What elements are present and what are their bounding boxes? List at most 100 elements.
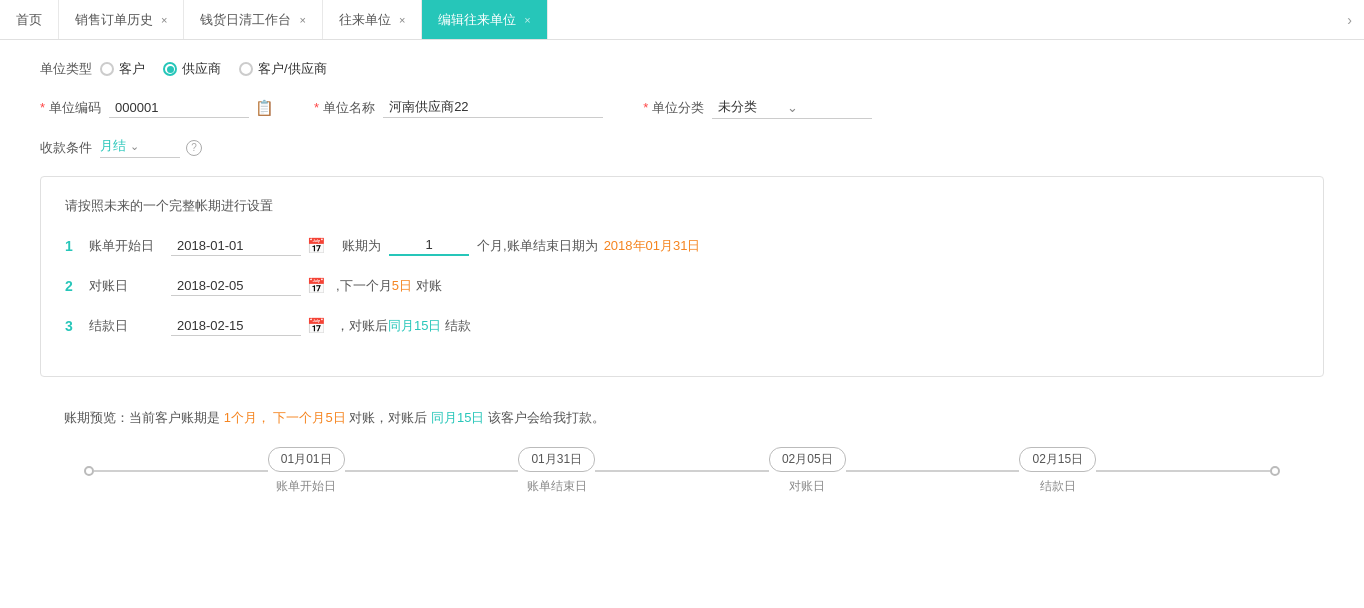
radio-supplier-label: 供应商 [182,60,221,78]
payment-help-icon[interactable]: ? [186,140,202,156]
timeline-label-01: 账单开始日 [276,478,336,495]
row-payment-date: 3 结款日 📅 ，对账后 同月15日 结款 [65,316,1299,336]
timeline-label-03: 对账日 [789,478,825,495]
row2-label: 对账日 [89,277,159,295]
tab-cash-work[interactable]: 钱货日清工作台 × [184,0,322,39]
radio-both-circle [239,62,253,76]
preview-payment: 同月15日 [431,410,484,425]
timeline-end-dot [1270,466,1280,476]
row-start-date: 1 账单开始日 📅 账期为 个月,账单结束日期为 2018年01月31日 [65,235,1299,256]
preview-period: 1个月， [224,410,270,425]
row3-label: 结款日 [89,317,159,335]
radio-group: 客户 供应商 客户/供应商 [100,60,327,78]
category-star: * [643,100,648,115]
reconcile-date-input[interactable] [171,276,301,296]
code-label: 单位编码 [49,99,101,117]
code-group: * 单位编码 📋 [40,98,274,118]
category-dropdown[interactable]: 未分类 ⌄ [712,96,872,119]
tab-home-label: 首页 [16,11,42,29]
preview-reconcile: 下一个月5日 [273,410,345,425]
code-calendar-icon[interactable]: 📋 [255,99,274,117]
timeline-line1 [94,470,268,472]
unit-type-label: 单位类型 [40,60,92,78]
tab-edit-partner[interactable]: 编辑往来单位 × [422,0,547,39]
preview-suffix: 该客户会给我打款。 [488,410,605,425]
tabs-arrow[interactable]: › [1335,12,1364,28]
category-value: 未分类 [718,98,757,116]
payment-day: 同月15日 [388,317,441,335]
timeline-line3 [595,470,769,472]
payment-date-input[interactable] [171,316,301,336]
name-star: * [314,100,319,115]
reconcile-day: 5日 [392,277,412,295]
row2-num: 2 [65,278,89,294]
timeline-line4 [846,470,1020,472]
start-date-input[interactable] [171,236,301,256]
start-date-calendar-icon[interactable]: 📅 [307,237,326,255]
payment-row: 收款条件 月结 ⌄ ? [40,137,1324,158]
reconcile-suffix: 对账 [416,277,442,295]
tab-cash-work-label: 钱货日清工作台 [200,11,291,29]
code-star: * [40,100,45,115]
end-date-display: 2018年01月31日 [604,237,701,255]
row3-num: 3 [65,318,89,334]
tab-partner[interactable]: 往来单位 × [323,0,422,39]
row1-label: 账单开始日 [89,237,159,255]
timeline-badge-04: 02月15日 [1019,447,1096,472]
preview-text: 账期预览：当前客户账期是 1个月， 下一个月5日 对账，对账后 同月15日 该客… [64,409,1300,427]
preview-prefix: 账期预览：当前客户账期是 [64,410,220,425]
timeline-badge-01: 01月01日 [268,447,345,472]
tab-sales-history-label: 销售订单历史 [75,11,153,29]
radio-customer-label: 客户 [119,60,145,78]
timeline-start-dot [84,466,94,476]
period-suffix: 个月,账单结束日期为 [477,237,598,255]
payment-suffix: 结款 [445,317,471,335]
period-input[interactable] [389,235,469,256]
settings-section: 请按照未来的一个完整帐期进行设置 1 账单开始日 📅 账期为 个月,账单结束日期… [40,176,1324,377]
radio-customer[interactable]: 客户 [100,60,145,78]
timeline-line2 [345,470,519,472]
tab-partner-close[interactable]: × [399,14,405,26]
tab-edit-partner-close[interactable]: × [524,14,530,26]
payment-chevron-icon: ⌄ [130,140,139,153]
radio-both[interactable]: 客户/供应商 [239,60,327,78]
radio-both-label: 客户/供应商 [258,60,327,78]
tab-sales-history-close[interactable]: × [161,14,167,26]
timeline-label-02: 账单结束日 [527,478,587,495]
timeline-badge-03: 02月05日 [769,447,846,472]
tabs-bar: 首页 销售订单历史 × 钱货日清工作台 × 往来单位 × 编辑往来单位 × › [0,0,1364,40]
payment-dropdown[interactable]: 月结 ⌄ [100,137,180,158]
row1-num: 1 [65,238,89,254]
preview-section: 账期预览：当前客户账期是 1个月， 下一个月5日 对账，对账后 同月15日 该客… [40,393,1324,511]
timeline-node-03: 02月05日 对账日 [769,447,846,495]
category-label: 单位分类 [652,99,704,117]
timeline-node-02: 01月31日 账单结束日 [518,447,595,495]
reconcile-prefix: ,下一个月 [336,277,392,295]
unit-type-row: 单位类型 客户 供应商 客户/供应商 [40,60,1324,78]
radio-customer-circle [100,62,114,76]
payment-date-calendar-icon[interactable]: 📅 [307,317,326,335]
reconcile-date-calendar-icon[interactable]: 📅 [307,277,326,295]
period-prefix: 账期为 [342,237,381,255]
name-input[interactable] [383,98,603,118]
tab-sales-history[interactable]: 销售订单历史 × [59,0,184,39]
code-input[interactable] [109,98,249,118]
row-reconcile-date: 2 对账日 📅 ,下一个月 5日 对账 [65,276,1299,296]
radio-supplier[interactable]: 供应商 [163,60,221,78]
timeline-label-04: 结款日 [1040,478,1076,495]
category-group: * 单位分类 未分类 ⌄ [643,96,872,119]
tab-cash-work-close[interactable]: × [299,14,305,26]
timeline-badge-02: 01月31日 [518,447,595,472]
tab-partner-label: 往来单位 [339,11,391,29]
tab-edit-partner-label: 编辑往来单位 [438,11,516,29]
name-group: * 单位名称 [314,98,603,118]
fields-row: * 单位编码 📋 * 单位名称 * 单位分类 未分类 ⌄ [40,96,1324,119]
timeline: 01月01日 账单开始日 01月31日 账单结束日 02月05日 对账日 02月… [64,447,1300,495]
timeline-node-01: 01月01日 账单开始日 [268,447,345,495]
name-label: 单位名称 [323,99,375,117]
category-chevron-icon: ⌄ [787,100,798,115]
main-content: 单位类型 客户 供应商 客户/供应商 * 单位编码 📋 * 单位名称 [0,40,1364,608]
tab-home[interactable]: 首页 [0,0,59,39]
preview-mid: 对账，对账后 [349,410,427,425]
payment-prefix: ，对账后 [336,317,388,335]
